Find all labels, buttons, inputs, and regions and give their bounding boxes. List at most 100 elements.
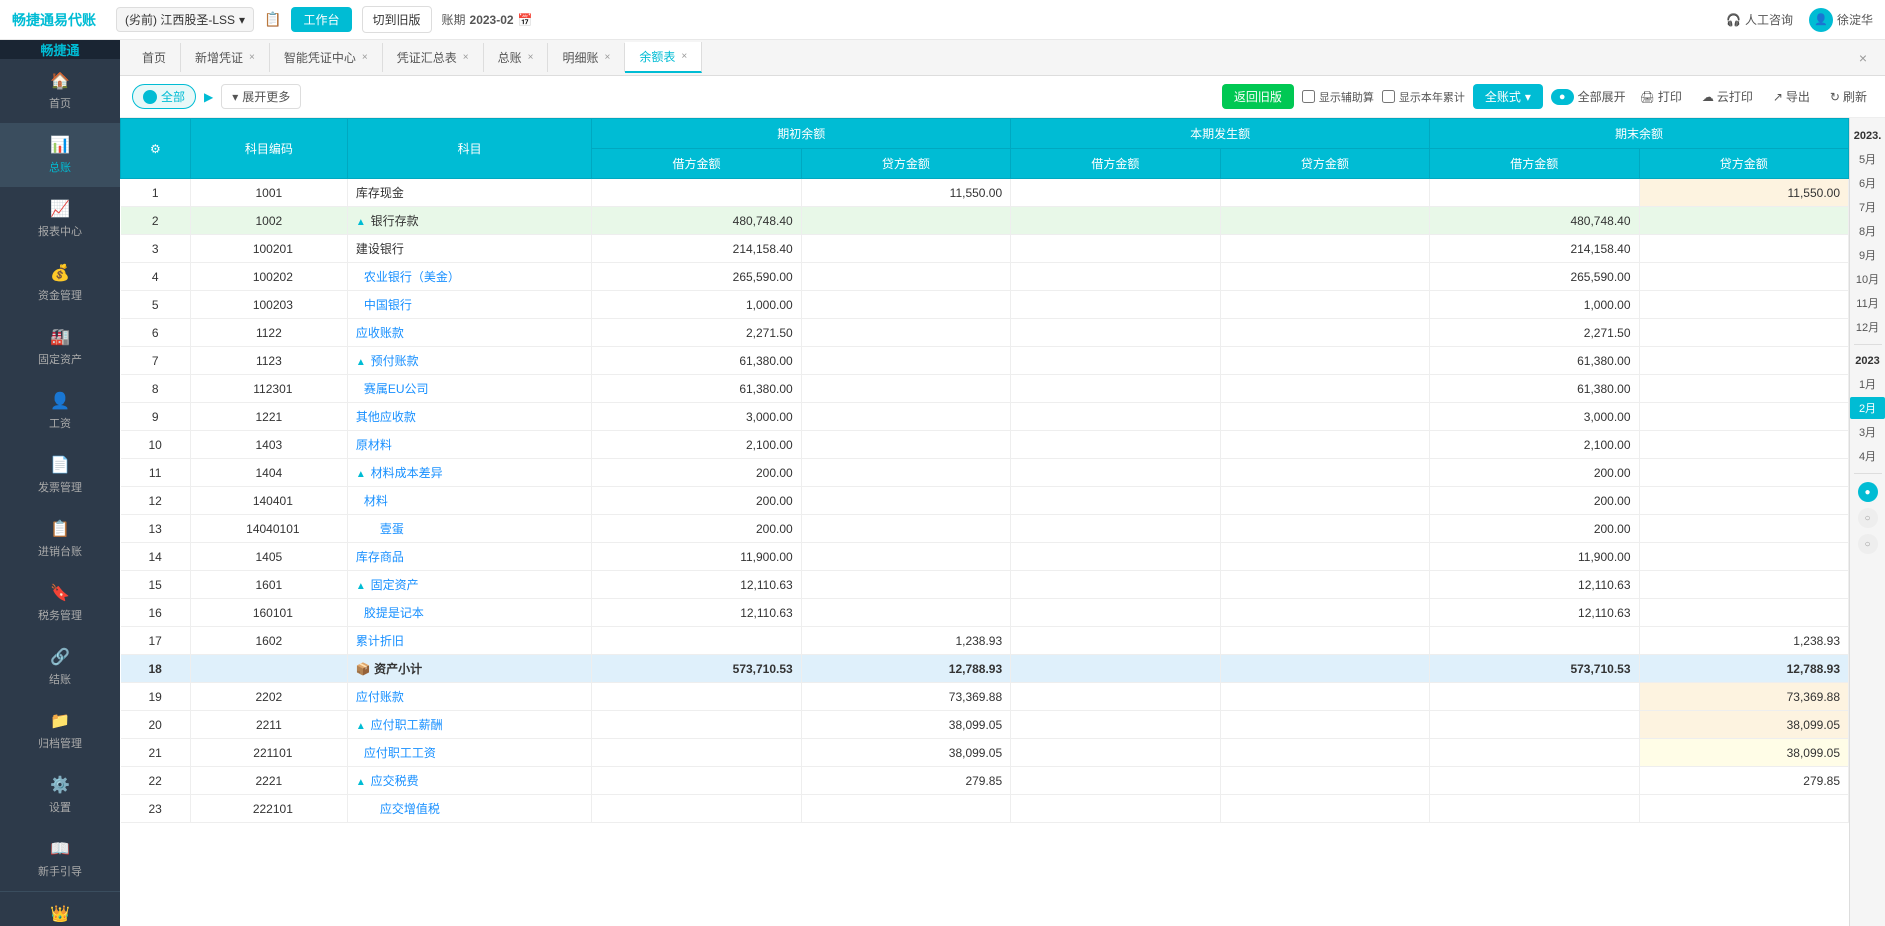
month-1[interactable]: 1月 <box>1850 373 1885 395</box>
tab-voucher-summary[interactable]: 凭证汇总表 × <box>383 43 484 72</box>
cell-closing-debit: 2,100.00 <box>1430 431 1639 459</box>
month-6[interactable]: 6月 <box>1850 172 1885 194</box>
company-selector[interactable]: (劣前) 江西股圣-LSS ▾ <box>116 7 254 32</box>
panel-icon-3[interactable]: ○ <box>1858 534 1878 554</box>
tab-general-ledger[interactable]: 总账 × <box>484 43 549 72</box>
copy-icon[interactable]: 📋 <box>264 11 281 28</box>
window-close-button[interactable]: × <box>1849 50 1877 66</box>
month-4[interactable]: 4月 <box>1850 445 1885 467</box>
account-link[interactable]: 原材料 <box>356 438 392 452</box>
month-2[interactable]: 2月 <box>1850 397 1885 419</box>
month-9[interactable]: 9月 <box>1850 244 1885 266</box>
month-8[interactable]: 8月 <box>1850 220 1885 242</box>
sidebar-item-reports[interactable]: 📈 报表中心 <box>0 187 120 251</box>
close-balance[interactable]: × <box>681 51 687 62</box>
account-link[interactable]: 材料 <box>364 494 388 508</box>
sidebar-item-guide[interactable]: 📖 新手引导 <box>0 827 120 891</box>
account-link[interactable]: 固定资产 <box>371 578 419 592</box>
cell-opening-credit: 38,099.05 <box>801 711 1010 739</box>
expand-icon[interactable]: ▲ <box>356 357 369 368</box>
sidebar-item-funds[interactable]: 💰 资金管理 <box>0 251 120 315</box>
table-row: 91221其他应收款3,000.003,000.00 <box>121 403 1849 431</box>
toggle-switch[interactable]: ● <box>1551 89 1574 105</box>
account-link[interactable]: 赛属EU公司 <box>364 382 429 396</box>
show-ytd-checkbox[interactable]: 显示本年累计 <box>1382 89 1465 105</box>
expand-more-button[interactable]: ▾ 展开更多 <box>221 84 301 109</box>
full-format-button[interactable]: 全账式 ▾ <box>1473 84 1543 109</box>
show-aux-checkbox[interactable]: 显示辅助算 <box>1302 89 1374 105</box>
all-accounts-button[interactable]: 全部 <box>132 84 196 109</box>
account-link[interactable]: 材料成本差异 <box>371 466 443 480</box>
account-link[interactable]: 其他应收款 <box>356 410 416 424</box>
refresh-button[interactable]: ↻ 刷新 <box>1824 85 1873 108</box>
account-link[interactable]: 累计折旧 <box>356 634 404 648</box>
export-button[interactable]: ↗ 导出 <box>1767 85 1816 108</box>
home-icon: 🏠 <box>50 71 70 91</box>
table-row: 21221101应付职工工资38,099.0538,099.05 <box>121 739 1849 767</box>
sidebar-item-assets[interactable]: 🏭 固定资产 <box>0 315 120 379</box>
sidebar-item-tax[interactable]: 🔖 税务管理 <box>0 571 120 635</box>
account-link[interactable]: 应付账款 <box>356 690 404 704</box>
expand-all-toggle[interactable]: ● 全部展开 <box>1551 88 1626 105</box>
sidebar-item-settings[interactable]: ⚙️ 设置 <box>0 763 120 827</box>
cell-current-credit <box>1220 179 1429 207</box>
month-3[interactable]: 3月 <box>1850 421 1885 443</box>
tab-smart-voucher[interactable]: 智能凭证中心 × <box>270 43 383 72</box>
tab-detail-ledger[interactable]: 明细账 × <box>548 43 625 72</box>
account-link[interactable]: 应付职工薪酬 <box>371 718 443 732</box>
consult-btn[interactable]: 🎧 人工咨询 <box>1726 11 1793 28</box>
close-general-ledger[interactable]: × <box>528 52 534 63</box>
account-link[interactable]: 应交增值税 <box>380 802 440 816</box>
sidebar-item-ledger[interactable]: 📊 总账 <box>0 123 120 187</box>
tab-home[interactable]: 首页 <box>128 43 181 72</box>
expand-icon[interactable]: ▲ <box>356 581 369 592</box>
account-link[interactable]: 中国银行 <box>364 298 412 312</box>
tab-balance[interactable]: 余额表 × <box>625 42 702 73</box>
cell-closing-debit: 265,590.00 <box>1430 263 1639 291</box>
cell-opening-debit: 480,748.40 <box>592 207 801 235</box>
user-profile[interactable]: 👤 徐淀华 <box>1809 8 1873 32</box>
cell-opening-credit <box>801 571 1010 599</box>
print-button[interactable]: 🖨 打印 <box>1634 85 1688 108</box>
account-link[interactable]: 应交税费 <box>371 774 419 788</box>
sidebar-item-sales[interactable]: 📋 进销台账 <box>0 507 120 571</box>
month-5[interactable]: 5月 <box>1850 148 1885 170</box>
close-detail-ledger[interactable]: × <box>604 52 610 63</box>
account-link[interactable]: 库存商品 <box>356 550 404 564</box>
sidebar-item-payroll[interactable]: 👤 工资 <box>0 379 120 443</box>
sidebar-item-member[interactable]: 👑 畅会员 <box>0 891 120 926</box>
cell-closing-credit <box>1639 319 1848 347</box>
sidebar-item-invoice[interactable]: 📄 发票管理 <box>0 443 120 507</box>
sidebar-item-home[interactable]: 🏠 首页 <box>0 59 120 123</box>
cloud-print-button[interactable]: ☁ 云打印 <box>1696 85 1759 108</box>
month-10[interactable]: 10月 <box>1850 268 1885 290</box>
th-settings[interactable]: ⚙ <box>121 119 191 179</box>
tab-new-voucher[interactable]: 新增凭证 × <box>181 43 270 72</box>
month-11[interactable]: 11月 <box>1850 292 1885 314</box>
cell-current-debit <box>1011 375 1220 403</box>
account-link[interactable]: 胶提是记本 <box>364 606 424 620</box>
old-version-button[interactable]: 切到旧版 <box>362 6 432 33</box>
account-link[interactable]: 应付职工工资 <box>364 746 436 760</box>
account-link[interactable]: 应收账款 <box>356 326 404 340</box>
month-12[interactable]: 12月 <box>1850 316 1885 338</box>
panel-icon-1[interactable]: ● <box>1858 482 1878 502</box>
workbench-button[interactable]: 工作台 <box>291 7 351 32</box>
account-link[interactable]: 壹蛋 <box>380 522 404 536</box>
calendar-icon[interactable]: 📅 <box>518 13 533 27</box>
account-link[interactable]: 预付账款 <box>371 354 419 368</box>
account-link[interactable]: 农业银行（美金） <box>364 270 460 284</box>
return-old-button[interactable]: 返回旧版 <box>1222 84 1294 109</box>
expand-icon[interactable]: ▲ <box>356 217 369 228</box>
panel-icon-2[interactable]: ○ <box>1858 508 1878 528</box>
close-smart-voucher[interactable]: × <box>362 52 368 63</box>
expand-icon[interactable]: ▲ <box>356 721 369 732</box>
expand-icon[interactable]: ▲ <box>356 777 369 788</box>
expand-icon[interactable]: ▲ <box>356 469 369 480</box>
sidebar-item-close[interactable]: 🔗 结账 <box>0 635 120 699</box>
sidebar-item-archive[interactable]: 📁 归档管理 <box>0 699 120 763</box>
cell-name: ▲ 预付账款 <box>347 347 591 375</box>
close-voucher-summary[interactable]: × <box>463 52 469 63</box>
month-7[interactable]: 7月 <box>1850 196 1885 218</box>
close-new-voucher[interactable]: × <box>249 52 255 63</box>
